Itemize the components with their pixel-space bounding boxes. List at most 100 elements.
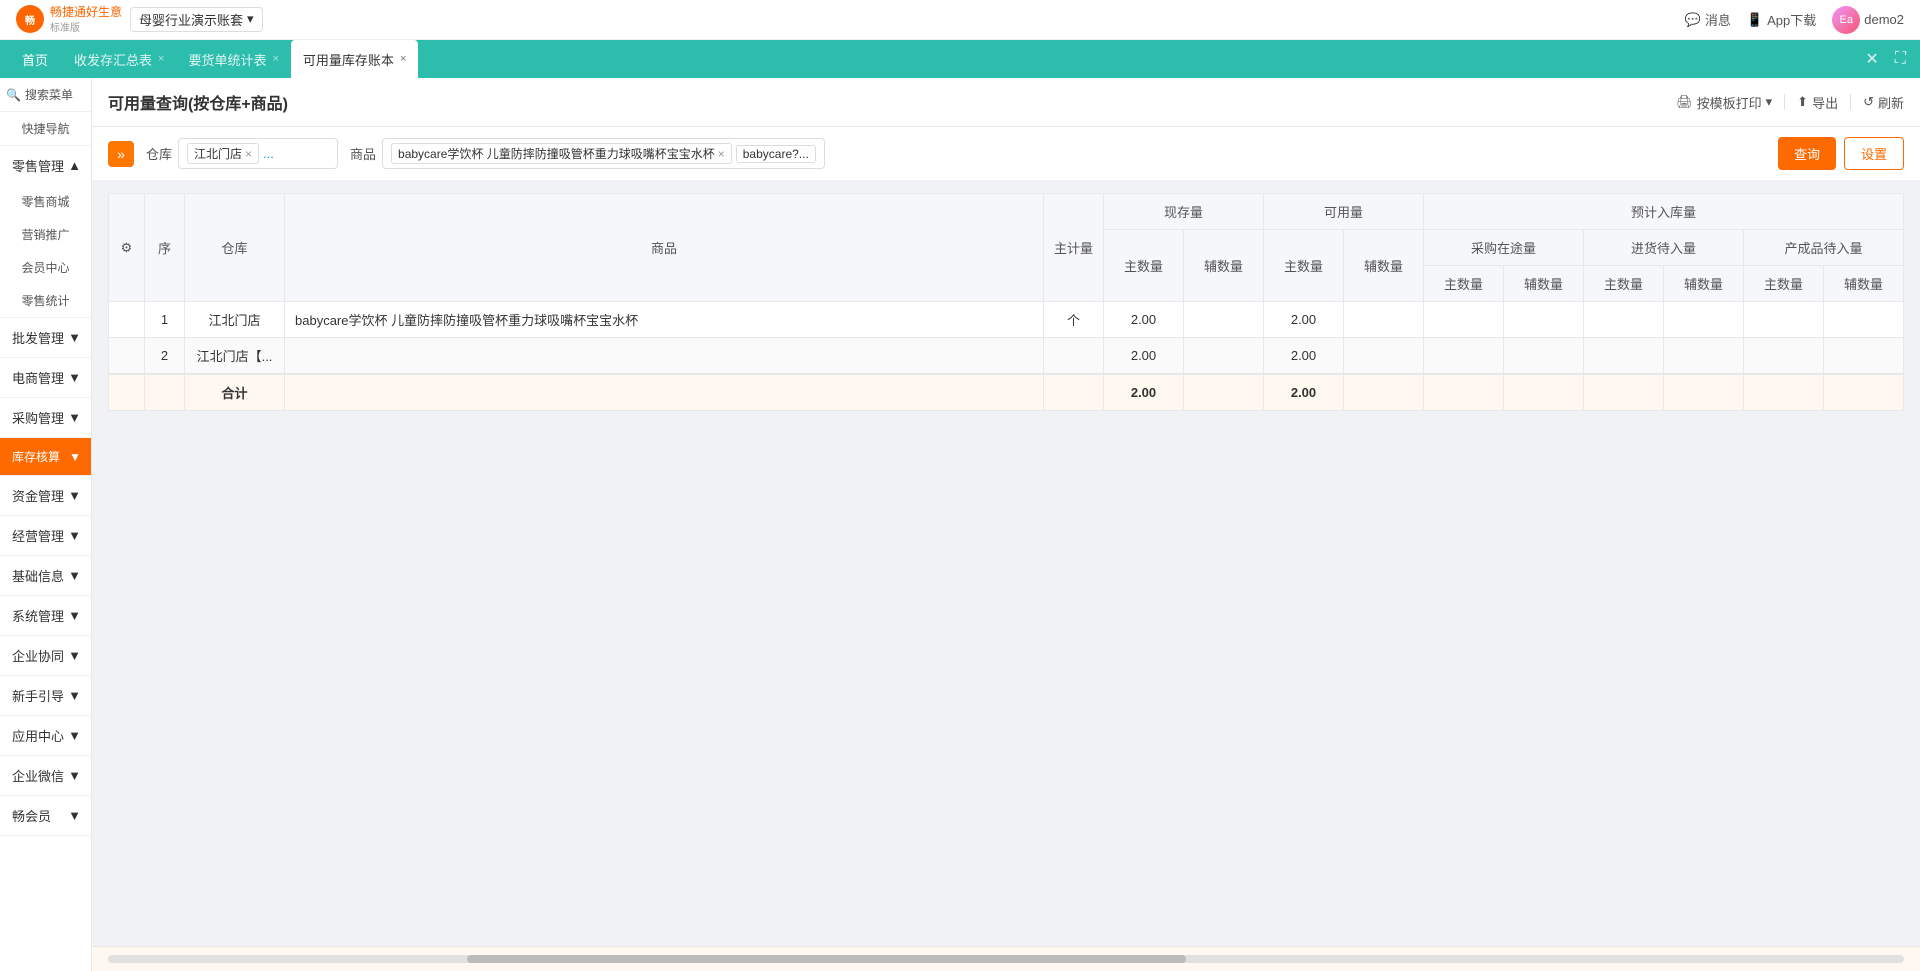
sidebar-group-membership-title[interactable]: 畅会员 ▼ [0, 796, 91, 835]
tab-available-stock[interactable]: 可用量库存账本 × [291, 40, 418, 78]
scroll-thumb[interactable] [467, 955, 1185, 963]
sidebar-item-retail-store[interactable]: 零售商城 [0, 185, 91, 218]
app-download-button[interactable]: 📱 App下载 [1747, 10, 1816, 29]
sidebar-item-marketing[interactable]: 营销推广 [0, 218, 91, 251]
sidebar-group-system-title[interactable]: 系统管理 ▼ [0, 596, 91, 635]
product-tag-value-2: babycare?... [743, 147, 809, 161]
filter-bar: » 仓库 江北门店 × ... 商品 babycare学饮杯 儿童防摔防撞吸管杯… [92, 127, 1920, 181]
warehouse-filter-label: 仓库 [146, 144, 172, 163]
sidebar-group-label: 系统管理 [12, 606, 64, 625]
export-button[interactable]: ⬆ 导出 [1797, 93, 1838, 112]
sidebar-group-newuser-title[interactable]: 新手引导 ▼ [0, 676, 91, 715]
table-row: 1 江北门店 babycare学饮杯 儿童防摔防撞吸管杯重力球吸嘴杯宝宝水杯 个… [109, 302, 1904, 338]
cell-purchase-aux [1504, 302, 1584, 338]
sidebar-item-retail-stats[interactable]: 零售统计 [0, 284, 91, 317]
sidebar-group-finance-title[interactable]: 资金管理 ▼ [0, 476, 91, 515]
summary-production-main [1744, 374, 1824, 411]
sidebar-group-purchase-title[interactable]: 采购管理 ▼ [0, 398, 91, 437]
chevron-icon: ▼ [68, 768, 81, 783]
sidebar-group-newuser: 新手引导 ▼ [0, 676, 91, 716]
tenant-name: 母婴行业演示账套 [139, 10, 243, 29]
summary-production-aux [1824, 374, 1904, 411]
cell-warehouse: 江北门店 [185, 302, 285, 338]
th-settings[interactable]: ⚙ [109, 194, 145, 302]
th-production-group: 产成品待入量 [1744, 230, 1904, 266]
page-header-actions: 🖨 按模板打印 ▾ ⬆ 导出 ↺ 刷新 [1676, 93, 1904, 124]
download-icon: 📱 [1747, 12, 1763, 28]
sidebar-item-members[interactable]: 会员中心 [0, 251, 91, 284]
refresh-label: 刷新 [1878, 93, 1904, 112]
cell-production-main [1744, 338, 1824, 375]
warehouse-input[interactable]: 江北门店 × ... [178, 138, 338, 169]
sidebar-group-enterprise-title[interactable]: 企业协同 ▼ [0, 636, 91, 675]
table-area: ⚙ 序 仓库 商品 主计量 现存量 可用量 预计入库量 主数量 辅数量 主数量 … [92, 181, 1920, 946]
sidebar-group-label: 资金管理 [12, 486, 64, 505]
print-label: 按模板打印 [1697, 93, 1762, 112]
th-unit: 主计量 [1043, 194, 1103, 302]
sidebar-group-basics-title[interactable]: 基础信息 ▼ [0, 556, 91, 595]
sidebar-group-purchase: 采购管理 ▼ [0, 398, 91, 438]
filter-toggle-button[interactable]: » [108, 141, 134, 167]
th-incoming-aux: 辅数量 [1664, 266, 1744, 302]
chevron-icon: ▼ [68, 370, 81, 385]
tab-receipt-summary[interactable]: 收发存汇总表 × [62, 40, 176, 78]
remove-warehouse-icon[interactable]: × [245, 147, 252, 161]
product-input[interactable]: babycare学饮杯 儿童防摔防撞吸管杯重力球吸嘴杯宝宝水杯 × babyca… [382, 138, 825, 169]
tab-requisition-stats[interactable]: 要货单统计表 × [176, 40, 290, 78]
message-button[interactable]: 💬 消息 [1685, 10, 1731, 29]
summary-empty-1 [109, 374, 145, 411]
fullscreen-button[interactable]: ⛶ [1889, 46, 1912, 72]
cell-incoming-main [1584, 338, 1664, 375]
user-menu[interactable]: Ea demo2 [1832, 6, 1904, 34]
divider [1850, 94, 1851, 110]
cell-no: 1 [145, 302, 185, 338]
tenant-selector[interactable]: 母婴行业演示账套 ▾ [130, 7, 263, 32]
th-available-aux: 辅数量 [1344, 230, 1424, 302]
remove-product-icon[interactable]: × [718, 147, 725, 161]
scroll-track[interactable] [108, 955, 1904, 963]
sidebar-group-label: 电商管理 [12, 368, 64, 387]
close-icon[interactable]: × [158, 53, 164, 65]
cell-empty [109, 338, 145, 375]
sidebar-group-label: 基础信息 [12, 566, 64, 585]
sidebar-quick-nav[interactable]: 快捷导航 [0, 112, 91, 146]
footer-scroll[interactable] [108, 955, 1904, 963]
sidebar-group-operations-title[interactable]: 经营管理 ▼ [0, 516, 91, 555]
message-label: 消息 [1705, 10, 1731, 29]
cell-production-aux [1824, 302, 1904, 338]
sidebar-group-label: 采购管理 [12, 408, 64, 427]
sidebar-group-appstore-title[interactable]: 应用中心 ▼ [0, 716, 91, 755]
close-all-tabs-button[interactable]: ✕ [1859, 45, 1884, 73]
cell-incoming-aux [1664, 302, 1744, 338]
refresh-button[interactable]: ↺ 刷新 [1863, 93, 1904, 112]
sidebar-group-retail-title[interactable]: 零售管理 ▲ [0, 146, 91, 185]
tab-home[interactable]: 首页 [8, 40, 62, 78]
warehouse-more[interactable]: ... [263, 146, 274, 161]
summary-purchase-aux [1504, 374, 1584, 411]
close-icon[interactable]: × [272, 53, 278, 65]
search-icon: 🔍 [6, 88, 21, 102]
cell-available-aux [1344, 338, 1424, 375]
chevron-down-icon: ▾ [247, 11, 254, 27]
chevron-icon: ▼ [68, 488, 81, 503]
sidebar-group-ecommerce: 电商管理 ▼ [0, 358, 91, 398]
close-icon[interactable]: × [400, 53, 406, 65]
sidebar-group-wechat-title[interactable]: 企业微信 ▼ [0, 756, 91, 795]
sidebar-group-wholesale-title[interactable]: 批发管理 ▼ [0, 318, 91, 357]
sidebar-search[interactable]: 🔍 搜索菜单 [0, 78, 91, 112]
product-tag-1: babycare学饮杯 儿童防摔防撞吸管杯重力球吸嘴杯宝宝水杯 × [391, 143, 732, 164]
cell-stock-main: 2.00 [1104, 302, 1184, 338]
printer-icon: 🖨 [1676, 94, 1693, 110]
sidebar-group-inventory-title[interactable]: 库存核算 ▼ [0, 438, 91, 475]
cell-warehouse: 江北门店【... [185, 338, 285, 375]
sidebar-group-wechat: 企业微信 ▼ [0, 756, 91, 796]
sidebar-group-label: 零售管理 [12, 156, 64, 175]
settings-button[interactable]: 设置 [1844, 137, 1904, 170]
filter-actions: 查询 设置 [1778, 137, 1904, 170]
sidebar-group-ecommerce-title[interactable]: 电商管理 ▼ [0, 358, 91, 397]
query-button[interactable]: 查询 [1778, 137, 1836, 170]
top-bar-left: 畅 畅捷通好生意 标准版 母婴行业演示账套 ▾ [16, 5, 263, 34]
cell-purchase-main [1424, 302, 1504, 338]
print-button[interactable]: 🖨 按模板打印 ▾ [1676, 93, 1772, 112]
chevron-icon: ▼ [68, 410, 81, 425]
